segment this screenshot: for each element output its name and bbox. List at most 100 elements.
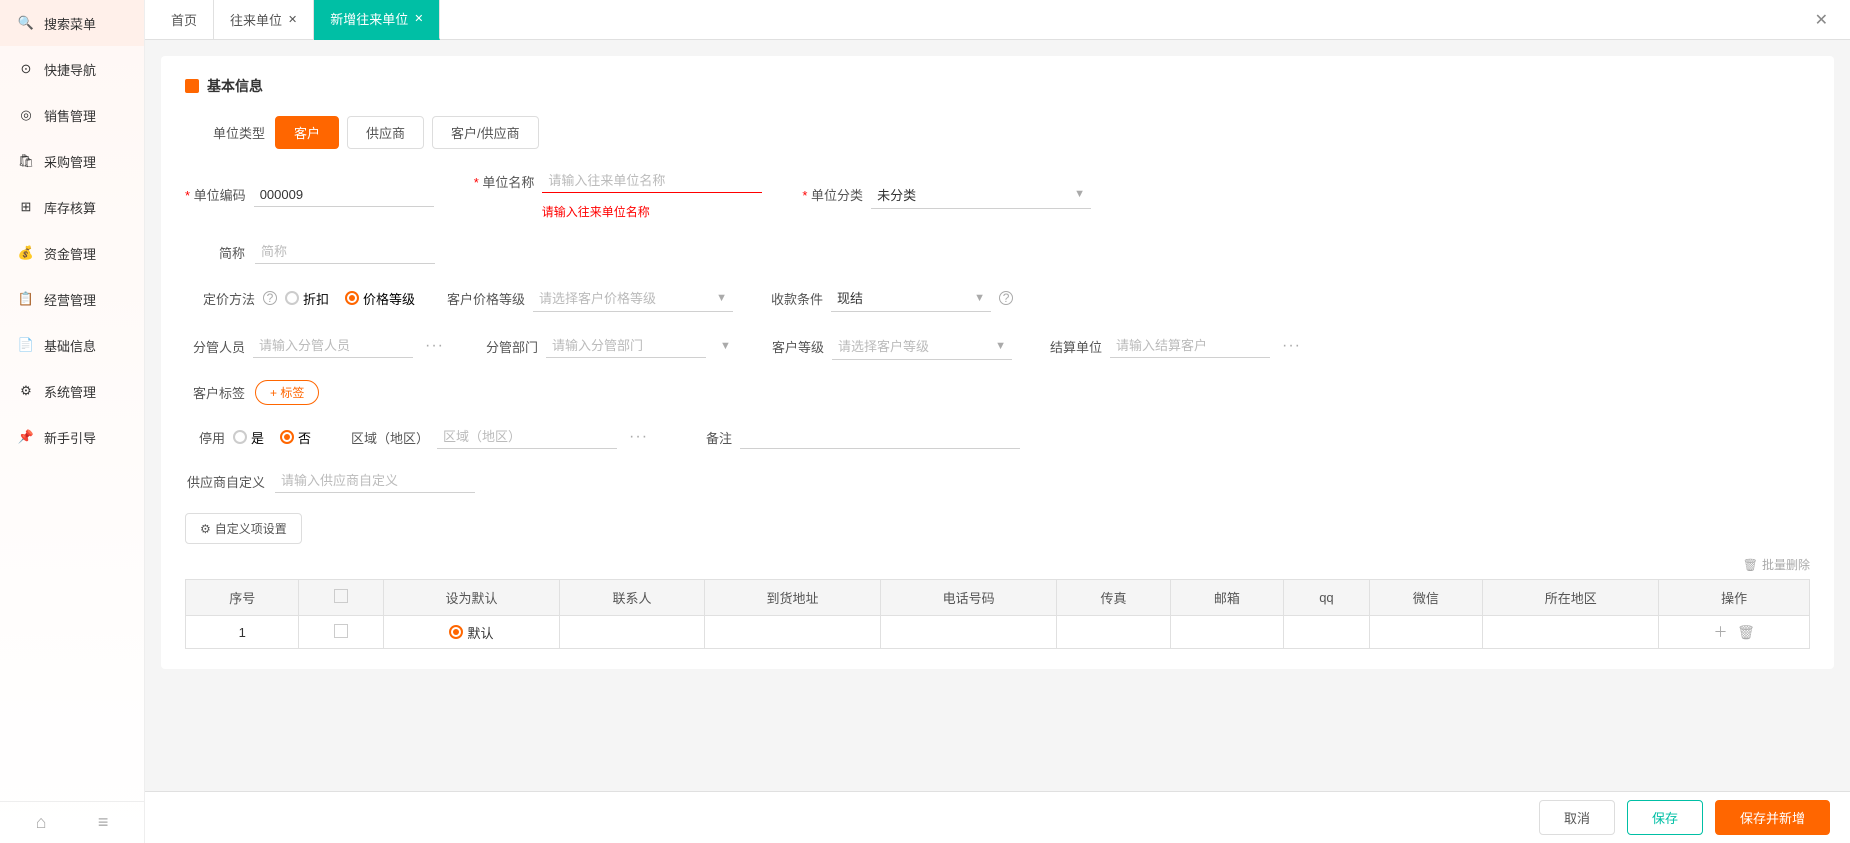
region-field: 区域（地区） ··· xyxy=(351,425,652,449)
unit-name-input[interactable] xyxy=(542,169,762,193)
pricing-method-label: 定价方法 xyxy=(185,289,255,308)
sidebar-bottom: ⌂ ≡ xyxy=(0,801,144,843)
tab-bar-close[interactable]: ✕ xyxy=(1803,10,1840,30)
disable-yes[interactable]: 是 xyxy=(233,428,264,447)
finance-icon: 💰 xyxy=(16,243,36,263)
short-name-input[interactable] xyxy=(255,240,435,264)
pricing-radio-discount[interactable]: 折扣 xyxy=(285,289,329,308)
row-fax xyxy=(1057,616,1170,649)
radio-no-label: 否 xyxy=(298,428,311,447)
home-icon: ⊙ xyxy=(16,59,36,79)
supplier-custom-input[interactable] xyxy=(275,469,475,493)
department-field: 分管部门 ▼ xyxy=(478,334,734,358)
department-input[interactable] xyxy=(546,334,706,358)
customize-btn[interactable]: ⚙ 自定义项设置 xyxy=(185,513,302,544)
col-fax: 传真 xyxy=(1057,580,1170,616)
sidebar-item-purchase[interactable]: 🛍 采购管理 xyxy=(0,138,144,184)
region-label: 区域（地区） xyxy=(351,428,429,447)
settlement-field: 结算单位 ··· xyxy=(1042,334,1305,358)
unit-type-supplier[interactable]: 供应商 xyxy=(347,116,424,149)
row-default-label: 默认 xyxy=(467,623,493,642)
tab-home[interactable]: 首页 xyxy=(155,0,214,40)
system-icon: ⚙ xyxy=(16,381,36,401)
guide-icon: 📌 xyxy=(16,427,36,447)
payment-terms-select[interactable]: 现结 ▼ xyxy=(831,284,991,312)
radio-price-level-circle xyxy=(345,291,359,305)
save-button[interactable]: 保存 xyxy=(1627,800,1703,835)
form-content: 基本信息 单位类型 客户 供应商 客户/供应商 单位编码 xyxy=(145,40,1850,791)
supplier-custom-row: 供应商自定义 xyxy=(185,469,1810,493)
disable-no[interactable]: 否 xyxy=(280,428,311,447)
row-address xyxy=(704,616,880,649)
row-actions: ＋ 🗑 xyxy=(1659,616,1810,649)
row-qq xyxy=(1284,616,1370,649)
batch-delete-btn[interactable]: 🗑 批量删除 xyxy=(1743,556,1810,573)
unit-code-field: 单位编码 xyxy=(185,183,434,207)
section-title: 基本信息 xyxy=(185,76,1810,96)
row-add-icon[interactable]: ＋ xyxy=(1713,624,1727,640)
customize-section: ⚙ 自定义项设置 xyxy=(185,513,1810,544)
chevron-level-icon: ▼ xyxy=(995,340,1006,352)
tab-partners[interactable]: 往来单位 ✕ xyxy=(214,0,314,40)
col-phone: 电话号码 xyxy=(881,580,1057,616)
customer-price-level-placeholder: 请选择客户价格等级 xyxy=(539,288,656,307)
sidebar-item-system[interactable]: ⚙ 系统管理 xyxy=(0,368,144,414)
unit-type-customer[interactable]: 客户 xyxy=(275,116,339,149)
col-check xyxy=(299,580,383,616)
unit-category-label: 单位分类 xyxy=(802,185,863,204)
sidebar-item-sales[interactable]: ◎ 销售管理 xyxy=(0,92,144,138)
sidebar-bottom-icon2[interactable]: ≡ xyxy=(98,812,109,833)
department-select[interactable]: ▼ xyxy=(714,336,734,356)
settlement-input[interactable] xyxy=(1110,334,1270,358)
disable-radio-group: 是 否 xyxy=(233,428,311,447)
col-action: 操作 xyxy=(1659,580,1810,616)
row-default-radio[interactable] xyxy=(449,625,463,639)
select-all-checkbox[interactable] xyxy=(334,589,348,603)
sidebar-item-basics[interactable]: 📄 基础信息 xyxy=(0,322,144,368)
sidebar-item-inventory[interactable]: ⊞ 库存核算 xyxy=(0,184,144,230)
settlement-dots-btn[interactable]: ··· xyxy=(1278,337,1305,355)
region-input[interactable] xyxy=(437,425,617,449)
supervisor-dots-btn[interactable]: ··· xyxy=(421,337,448,355)
supervisor-label: 分管人员 xyxy=(185,337,245,356)
col-email: 邮箱 xyxy=(1170,580,1283,616)
region-dots-btn[interactable]: ··· xyxy=(625,428,652,446)
sidebar-bottom-icon1[interactable]: ⌂ xyxy=(36,812,47,833)
chevron-payment-icon: ▼ xyxy=(974,292,985,304)
payment-terms-value: 现结 xyxy=(837,288,863,307)
unit-name-error: 请输入往来单位名称 xyxy=(542,203,650,220)
chevron-dept-icon: ▼ xyxy=(720,340,731,352)
supervisor-input[interactable] xyxy=(253,334,413,358)
customer-level-field: 客户等级 请选择客户等级 ▼ xyxy=(764,332,1012,360)
sidebar-item-finance[interactable]: 💰 资金管理 xyxy=(0,230,144,276)
unit-type-btns: 客户 供应商 客户/供应商 xyxy=(275,116,539,149)
pricing-help-icon[interactable]: ? xyxy=(263,291,277,305)
remarks-input[interactable] xyxy=(740,425,1020,449)
payment-terms-label: 收款条件 xyxy=(763,289,823,308)
unit-category-select[interactable]: 未分类 ▼ xyxy=(871,181,1091,209)
tab-new-partner-close[interactable]: ✕ xyxy=(414,12,423,25)
row-delete-icon[interactable]: 🗑 xyxy=(1737,624,1755,640)
cancel-button[interactable]: 取消 xyxy=(1539,800,1615,835)
sidebar-item-guide[interactable]: 📌 新手引导 xyxy=(0,414,144,460)
sidebar-item-operations[interactable]: 📋 经营管理 xyxy=(0,276,144,322)
unit-type-both[interactable]: 客户/供应商 xyxy=(432,116,539,149)
remarks-field: 备注 xyxy=(692,425,1020,449)
row-checkbox[interactable] xyxy=(334,624,348,638)
customer-tag-row: 客户标签 + 标签 xyxy=(185,380,1810,405)
customer-price-level-select[interactable]: 请选择客户价格等级 ▼ xyxy=(533,284,733,312)
tab-new-partner[interactable]: 新增往来单位 ✕ xyxy=(314,0,440,40)
radio-discount-circle xyxy=(285,291,299,305)
col-default: 设为默认 xyxy=(383,580,559,616)
pricing-row: 定价方法 ? 折扣 价格等级 客户价格等级 xyxy=(185,284,1810,312)
radio-disable-yes-circle xyxy=(233,430,247,444)
pricing-radio-price-level[interactable]: 价格等级 xyxy=(345,289,415,308)
sidebar-item-quick-nav[interactable]: ⊙ 快捷导航 xyxy=(0,46,144,92)
save-new-button[interactable]: 保存并新增 xyxy=(1715,800,1830,835)
customer-level-select[interactable]: 请选择客户等级 ▼ xyxy=(832,332,1012,360)
payment-help-icon[interactable]: ? xyxy=(999,291,1013,305)
add-tag-btn[interactable]: + 标签 xyxy=(255,380,319,405)
sidebar-item-search[interactable]: 🔍 搜索菜单 xyxy=(0,0,144,46)
tab-partners-close[interactable]: ✕ xyxy=(288,13,297,26)
unit-code-input[interactable] xyxy=(254,183,434,207)
